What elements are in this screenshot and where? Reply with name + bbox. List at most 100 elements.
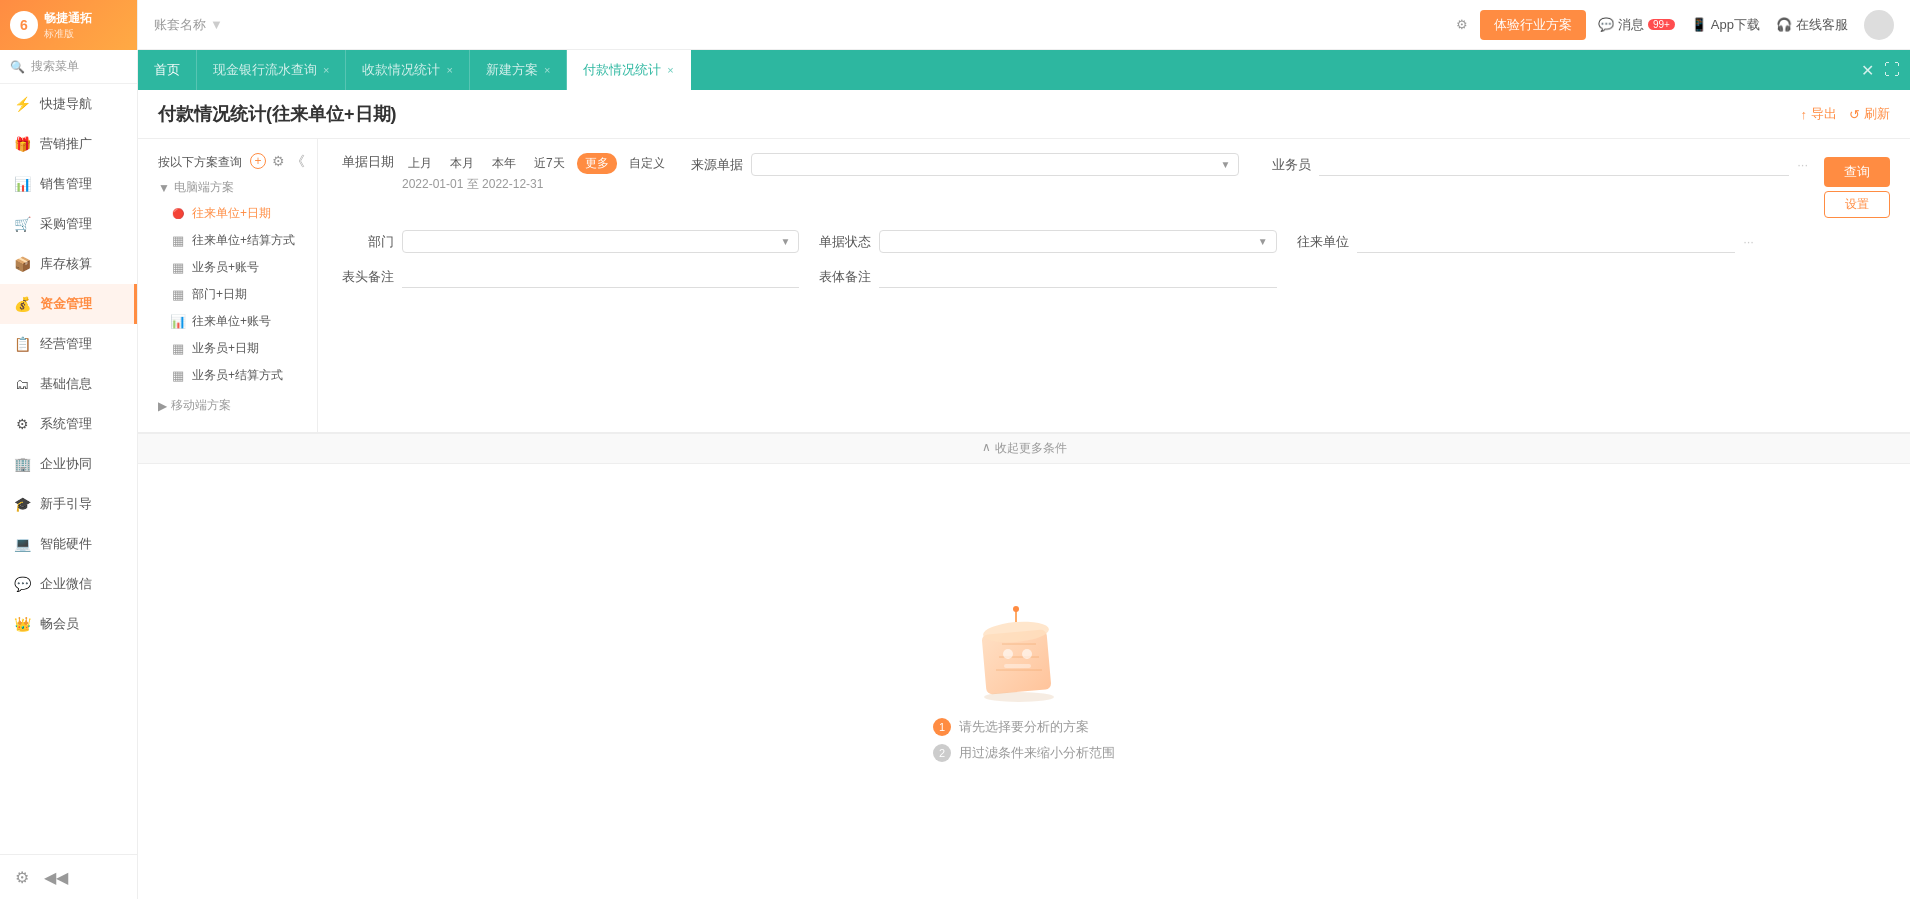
logo-main-text: 畅捷通拓 <box>44 10 92 27</box>
sidebar-item-guide[interactable]: 🎓 新手引导 <box>0 484 137 524</box>
trial-button[interactable]: 体验行业方案 <box>1480 10 1586 40</box>
query-button[interactable]: 查询 <box>1824 157 1890 187</box>
header-settings-icon[interactable]: ⚙ <box>1456 17 1468 32</box>
source-select[interactable]: ▼ <box>751 153 1240 176</box>
export-button[interactable]: ↑ 导出 <box>1801 105 1838 123</box>
sidebar-item-quick-nav[interactable]: ⚡ 快捷导航 <box>0 84 137 124</box>
page-header-actions: ↑ 导出 ↺ 刷新 <box>1801 105 1891 123</box>
scheme-section-mobile: ▶ 移动端方案 <box>158 397 305 414</box>
tab-new-plan-close[interactable]: × <box>544 64 550 76</box>
date-btn-last-month[interactable]: 上月 <box>402 153 438 174</box>
svg-point-9 <box>1013 606 1019 612</box>
enterprise-icon: 🏢 <box>12 454 32 474</box>
section-title-label: 电脑端方案 <box>174 179 234 196</box>
sidebar-item-purchase[interactable]: 🛒 采购管理 <box>0 204 137 244</box>
date-btn-custom[interactable]: 自定义 <box>623 153 671 174</box>
search-menu[interactable]: 🔍 搜索菜单 <box>0 50 137 84</box>
empty-tips: 1 请先选择要分析的方案 2 用过滤条件来缩小分析范围 <box>933 718 1115 762</box>
note-header-input[interactable] <box>402 265 799 288</box>
date-btn-more[interactable]: 更多 <box>577 153 617 174</box>
app-download-btn[interactable]: 📱 App下载 <box>1691 16 1760 34</box>
sidebar-item-label: 企业微信 <box>40 575 92 593</box>
dept-select[interactable]: ▼ <box>402 230 799 253</box>
tab-receipt-stat[interactable]: 收款情况统计 × <box>346 50 469 90</box>
scheme-item-partner-date[interactable]: 🔴 往来单位+日期 <box>166 200 305 227</box>
status-select[interactable]: ▼ <box>879 230 1276 253</box>
date-btn-this-month[interactable]: 本月 <box>444 153 480 174</box>
logo-icon: 6 <box>10 11 38 39</box>
scheme-settings-icon[interactable]: ⚙ <box>272 153 285 171</box>
sidebar-item-label: 资金管理 <box>40 295 92 313</box>
note-body-input[interactable] <box>879 265 1276 288</box>
scheme-item-partner-settle[interactable]: ▦ 往来单位+结算方式 <box>166 227 305 254</box>
tab-payment-stat-close[interactable]: × <box>667 64 673 76</box>
scheme-item-salesman-date[interactable]: ▦ 业务员+日期 <box>166 335 305 362</box>
scheme-item-dept-date[interactable]: ▦ 部门+日期 <box>166 281 305 308</box>
salesman-more-icon[interactable]: ··· <box>1797 157 1808 172</box>
logo-sub-text: 标准版 <box>44 27 92 41</box>
notification-icon-group[interactable]: 💬 消息 99+ <box>1598 16 1675 34</box>
settings-button[interactable]: 设置 <box>1824 191 1890 218</box>
filter-row-2: 部门 ▼ 单据状态 ▼ 往来单位 <box>338 230 1890 253</box>
sidebar-settings-btn[interactable]: ⚙ <box>10 865 34 889</box>
scheme-panel: 按以下方案查询 + ⚙ 《 ▼ 电脑端方案 🔴 往 <box>138 139 318 432</box>
sidebar-item-label: 企业协同 <box>40 455 92 473</box>
scheme-section-desktop-title[interactable]: ▼ 电脑端方案 <box>158 179 305 196</box>
filter-actions: 查询 设置 <box>1824 153 1890 218</box>
sidebar-item-operation[interactable]: 📋 经营管理 <box>0 324 137 364</box>
svg-point-5 <box>1003 649 1013 659</box>
empty-cube-svg <box>964 602 1084 702</box>
sidebar-item-inventory[interactable]: 📦 库存核算 <box>0 244 137 284</box>
sidebar-item-enterprise[interactable]: 🏢 企业协同 <box>0 444 137 484</box>
sidebar-item-member[interactable]: 👑 畅会员 <box>0 604 137 644</box>
scheme-collapse-icon[interactable]: 《 <box>291 153 305 171</box>
tab-payment-stat[interactable]: 付款情况统计 × <box>567 50 690 90</box>
tab-cash-flow-close[interactable]: × <box>323 64 329 76</box>
refresh-label: 刷新 <box>1864 105 1890 123</box>
search-label: 搜索菜单 <box>31 58 79 75</box>
guide-icon: 🎓 <box>12 494 32 514</box>
tab-home[interactable]: 首页 <box>138 50 197 90</box>
partner-more-icon[interactable]: ··· <box>1743 234 1754 249</box>
sidebar-item-marketing[interactable]: 🎁 营销推广 <box>0 124 137 164</box>
partner-input[interactable] <box>1357 230 1735 253</box>
scheme-item-salesman-account[interactable]: ▦ 业务员+账号 <box>166 254 305 281</box>
sidebar-item-hardware[interactable]: 💻 智能硬件 <box>0 524 137 564</box>
sidebar-item-capital[interactable]: 💰 资金管理 <box>0 284 137 324</box>
tab-cash-flow[interactable]: 现金银行流水查询 × <box>197 50 346 90</box>
app-download-label: App下载 <box>1711 16 1760 34</box>
operation-icon: 📋 <box>12 334 32 354</box>
scheme-item-partner-account[interactable]: 📊 往来单位+账号 <box>166 308 305 335</box>
scheme-item-salesman-settle[interactable]: ▦ 业务员+结算方式 <box>166 362 305 389</box>
sidebar-item-system[interactable]: ⚙ 系统管理 <box>0 404 137 444</box>
sidebar-item-wechat[interactable]: 💬 企业微信 <box>0 564 137 604</box>
user-avatar[interactable] <box>1864 10 1894 40</box>
date-btn-this-year[interactable]: 本年 <box>486 153 522 174</box>
tab-expand-btn[interactable]: ⛶ <box>1884 61 1900 79</box>
tab-close-all-btn[interactable]: ✕ <box>1861 61 1874 80</box>
collapse-bar[interactable]: ∧ 收起更多条件 <box>138 433 1910 464</box>
online-service-btn[interactable]: 🎧 在线客服 <box>1776 16 1848 34</box>
empty-tip-1: 1 请先选择要分析的方案 <box>933 718 1115 736</box>
mobile-section-collapse-icon: ▶ <box>158 399 167 413</box>
breadcrumb-separator: ▼ <box>210 17 223 32</box>
scheme-add-icon[interactable]: + <box>250 153 266 169</box>
sidebar-item-basic[interactable]: 🗂 基础信息 <box>0 364 137 404</box>
sidebar-item-sales[interactable]: 📊 销售管理 <box>0 164 137 204</box>
inventory-icon: 📦 <box>12 254 32 274</box>
tab-new-plan[interactable]: 新建方案 × <box>470 50 567 90</box>
refresh-button[interactable]: ↺ 刷新 <box>1849 105 1890 123</box>
scheme-item-icon-partner-settle: ▦ <box>170 233 186 249</box>
scheme-item-icon-dept-date: ▦ <box>170 287 186 303</box>
filter-row-1: 单据日期 上月 本月 本年 近7天 更多 自定义 2022-01-01 至 20… <box>338 153 1890 218</box>
date-btn-7days[interactable]: 近7天 <box>528 153 571 174</box>
system-icon: ⚙ <box>12 414 32 434</box>
sidebar-collapse-btn[interactable]: ◀◀ <box>44 865 68 889</box>
sidebar-item-label: 销售管理 <box>40 175 92 193</box>
page-header: 付款情况统计(往来单位+日期) ↑ 导出 ↺ 刷新 <box>138 90 1910 139</box>
salesman-label: 业务员 <box>1255 156 1311 174</box>
sidebar-logo: 6 畅捷通拓 标准版 <box>0 0 137 50</box>
tab-receipt-stat-close[interactable]: × <box>446 64 452 76</box>
scheme-section-mobile-title[interactable]: ▶ 移动端方案 <box>158 397 305 414</box>
salesman-input[interactable] <box>1319 153 1789 176</box>
